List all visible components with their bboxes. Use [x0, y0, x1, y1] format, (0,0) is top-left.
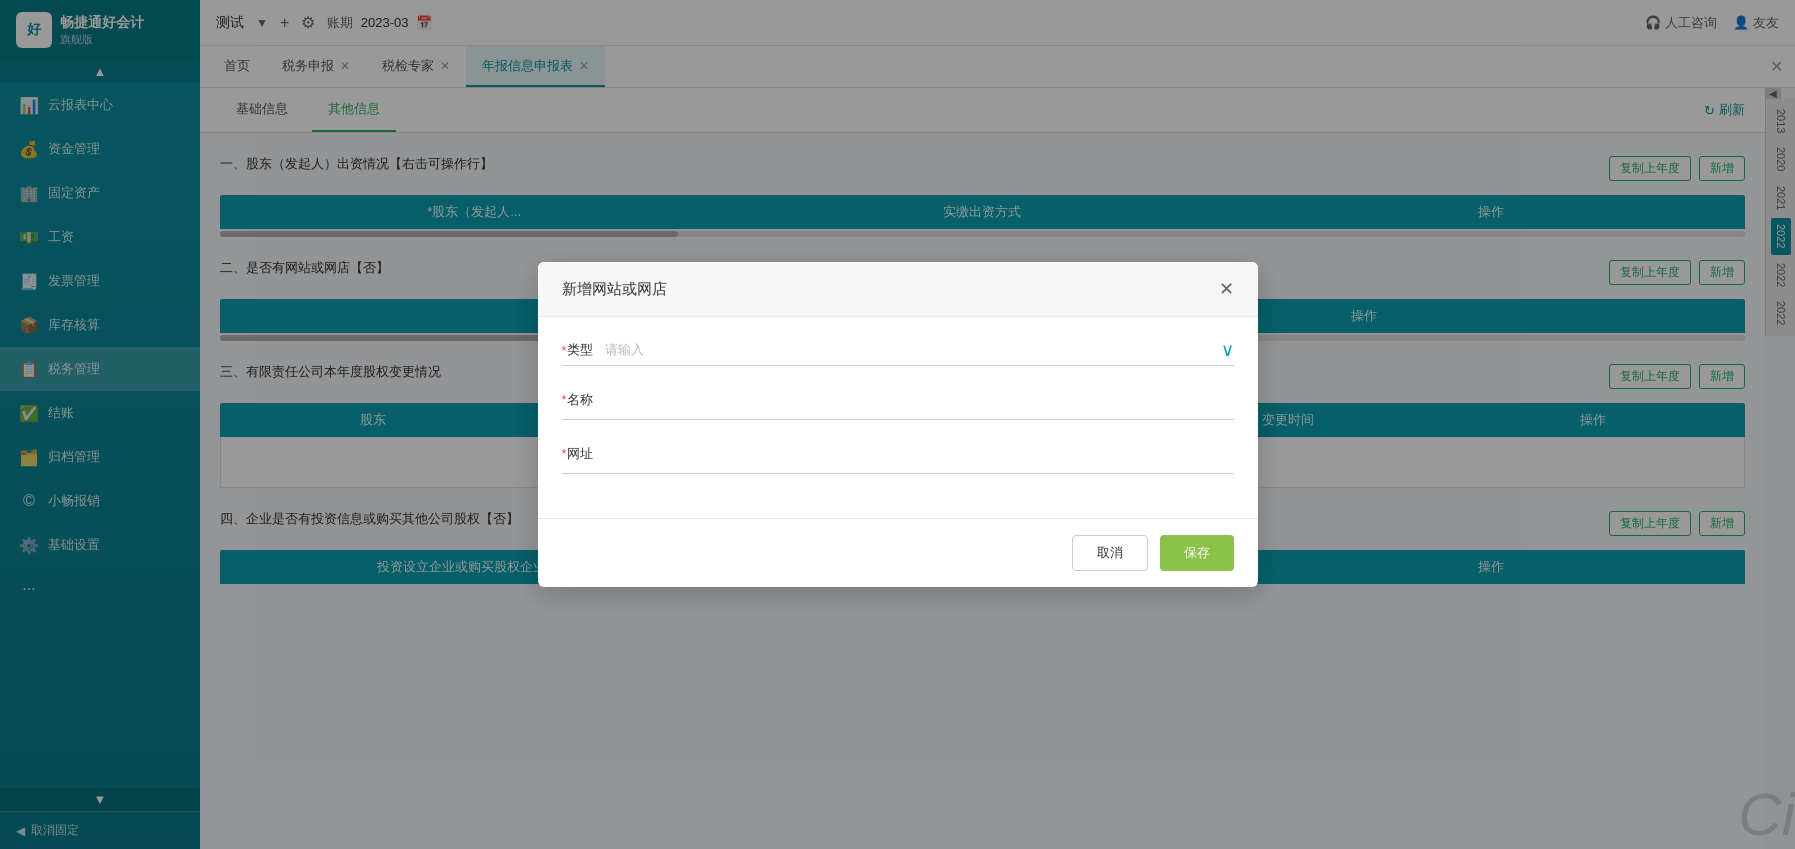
type-select-wrapper: 请输入 ∨: [605, 341, 1234, 359]
modal-header: 新增网站或网店 ✕: [538, 262, 1258, 317]
form-group-type: * 类型 请输入 ∨: [562, 341, 1234, 366]
url-input[interactable]: [605, 440, 1234, 467]
form-group-name: * 名称: [562, 386, 1234, 420]
url-label-text: 网址: [567, 445, 593, 463]
cancel-button[interactable]: 取消: [1072, 535, 1148, 571]
type-dropdown-icon[interactable]: ∨: [1221, 339, 1234, 361]
type-placeholder: 请输入: [605, 341, 644, 359]
modal-body: * 类型 请输入 ∨ * 名称 *: [538, 317, 1258, 518]
save-button[interactable]: 保存: [1160, 535, 1234, 571]
modal-add-website: 新增网站或网店 ✕ * 类型 请输入 ∨ * 名称: [538, 262, 1258, 587]
type-label-text: 类型: [567, 341, 593, 359]
modal-title: 新增网站或网店: [562, 280, 667, 299]
name-label-text: 名称: [567, 391, 593, 409]
modal-close-button[interactable]: ✕: [1219, 278, 1234, 300]
form-group-url: * 网址: [562, 440, 1234, 474]
name-input[interactable]: [605, 386, 1234, 413]
modal-overlay[interactable]: 新增网站或网店 ✕ * 类型 请输入 ∨ * 名称: [0, 0, 1795, 849]
modal-footer: 取消 保存: [538, 518, 1258, 587]
